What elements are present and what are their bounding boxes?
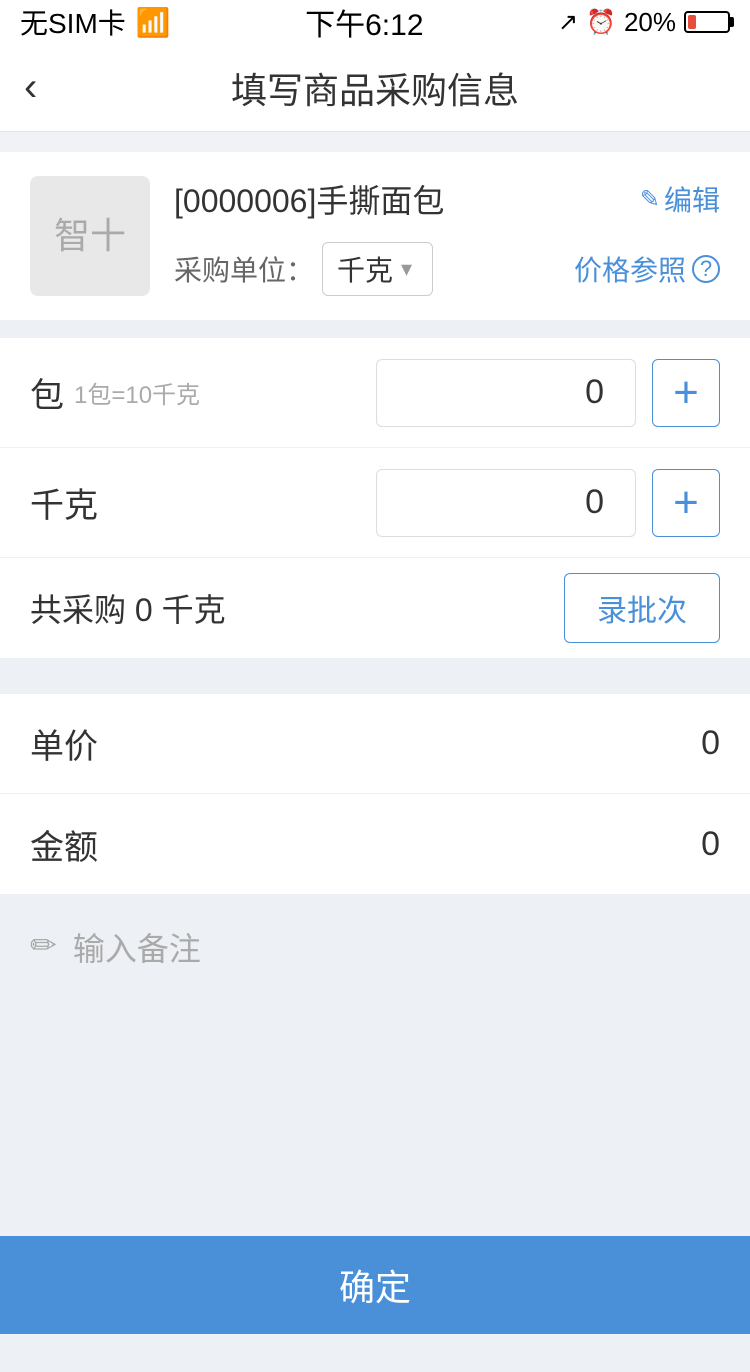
- product-info: [0000006]手撕面包 ✎ 编辑 采购单位： 千克 ▾ 价格参照 ?: [174, 176, 720, 296]
- amount-value: 0: [701, 825, 720, 864]
- pencil-icon: ✏: [30, 926, 57, 964]
- back-button[interactable]: ‹: [24, 65, 37, 110]
- status-right: ↗ ⏰ 20%: [558, 7, 730, 38]
- kg-label: 千克: [30, 478, 98, 527]
- wifi-icon: 📶: [136, 6, 171, 39]
- product-logo: 智十: [54, 218, 126, 254]
- purchase-unit-label: 采购单位：: [174, 249, 314, 289]
- product-name: [0000006]手撕面包: [174, 176, 444, 222]
- status-left: 无SIM卡 📶: [20, 2, 171, 42]
- unit-price-label: 单价: [30, 719, 98, 768]
- divider-1: [0, 320, 750, 338]
- divider-2: [0, 658, 750, 676]
- confirm-label: 确定: [339, 1259, 411, 1311]
- bao-sub: 1包=10千克: [74, 375, 200, 410]
- kg-row: 千克 +: [0, 448, 750, 558]
- unit-select[interactable]: 千克 ▾: [322, 242, 433, 296]
- unit-price-value: 0: [701, 724, 720, 763]
- confirm-button[interactable]: 确定: [0, 1236, 750, 1334]
- kg-input-right: +: [98, 469, 720, 537]
- amount-row: 金额 0: [0, 794, 750, 894]
- battery-pct: 20%: [624, 7, 676, 38]
- main-content: 智十 [0000006]手撕面包 ✎ 编辑 采购单位： 千克 ▾: [0, 152, 750, 1372]
- price-ref-button[interactable]: 价格参照 ?: [574, 249, 720, 289]
- batch-button[interactable]: 录批次: [564, 573, 720, 643]
- amount-label: 金额: [30, 820, 98, 869]
- edit-button[interactable]: ✎ 编辑: [640, 179, 720, 219]
- unit-price-row: 单价 0: [0, 694, 750, 794]
- product-card: 智十 [0000006]手撕面包 ✎ 编辑 采购单位： 千克 ▾: [0, 152, 750, 320]
- status-time: 下午6:12: [305, 0, 423, 44]
- bao-row: 包 1包=10千克 +: [0, 338, 750, 448]
- page-title: 填写商品采购信息: [231, 62, 519, 114]
- purchase-unit-row: 采购单位： 千克 ▾ 价格参照 ?: [174, 242, 720, 296]
- product-image: 智十: [30, 176, 150, 296]
- bao-label: 包: [30, 368, 64, 417]
- help-icon: ?: [692, 255, 720, 283]
- carrier-label: 无SIM卡: [20, 2, 126, 42]
- bao-input[interactable]: [376, 359, 636, 427]
- edit-icon: ✎: [640, 185, 660, 214]
- chevron-down-icon: ▾: [401, 256, 412, 282]
- edit-label: 编辑: [664, 179, 720, 219]
- input-section: 包 1包=10千克 + 千克 + 共采购 0 千克 录批次: [0, 338, 750, 658]
- pricing-section: 单价 0 金额 0: [0, 694, 750, 894]
- bao-input-right: +: [200, 359, 720, 427]
- unit-value: 千克: [337, 249, 393, 289]
- notes-section[interactable]: ✏ 输入备注: [0, 894, 750, 1074]
- kg-input[interactable]: [376, 469, 636, 537]
- alarm-icon: ⏰: [586, 8, 616, 37]
- notes-placeholder: 输入备注: [73, 924, 201, 970]
- status-bar: 无SIM卡 📶 下午6:12 ↗ ⏰ 20%: [0, 0, 750, 44]
- total-text: 共采购 0 千克: [30, 585, 226, 631]
- battery-icon: [684, 11, 730, 33]
- product-header: [0000006]手撕面包 ✎ 编辑: [174, 176, 720, 222]
- total-row: 共采购 0 千克 录批次: [0, 558, 750, 658]
- nav-bar: ‹ 填写商品采购信息: [0, 44, 750, 132]
- price-ref-label: 价格参照: [574, 249, 686, 289]
- kg-plus-button[interactable]: +: [652, 469, 720, 537]
- location-icon: ↗: [558, 8, 578, 37]
- bao-plus-button[interactable]: +: [652, 359, 720, 427]
